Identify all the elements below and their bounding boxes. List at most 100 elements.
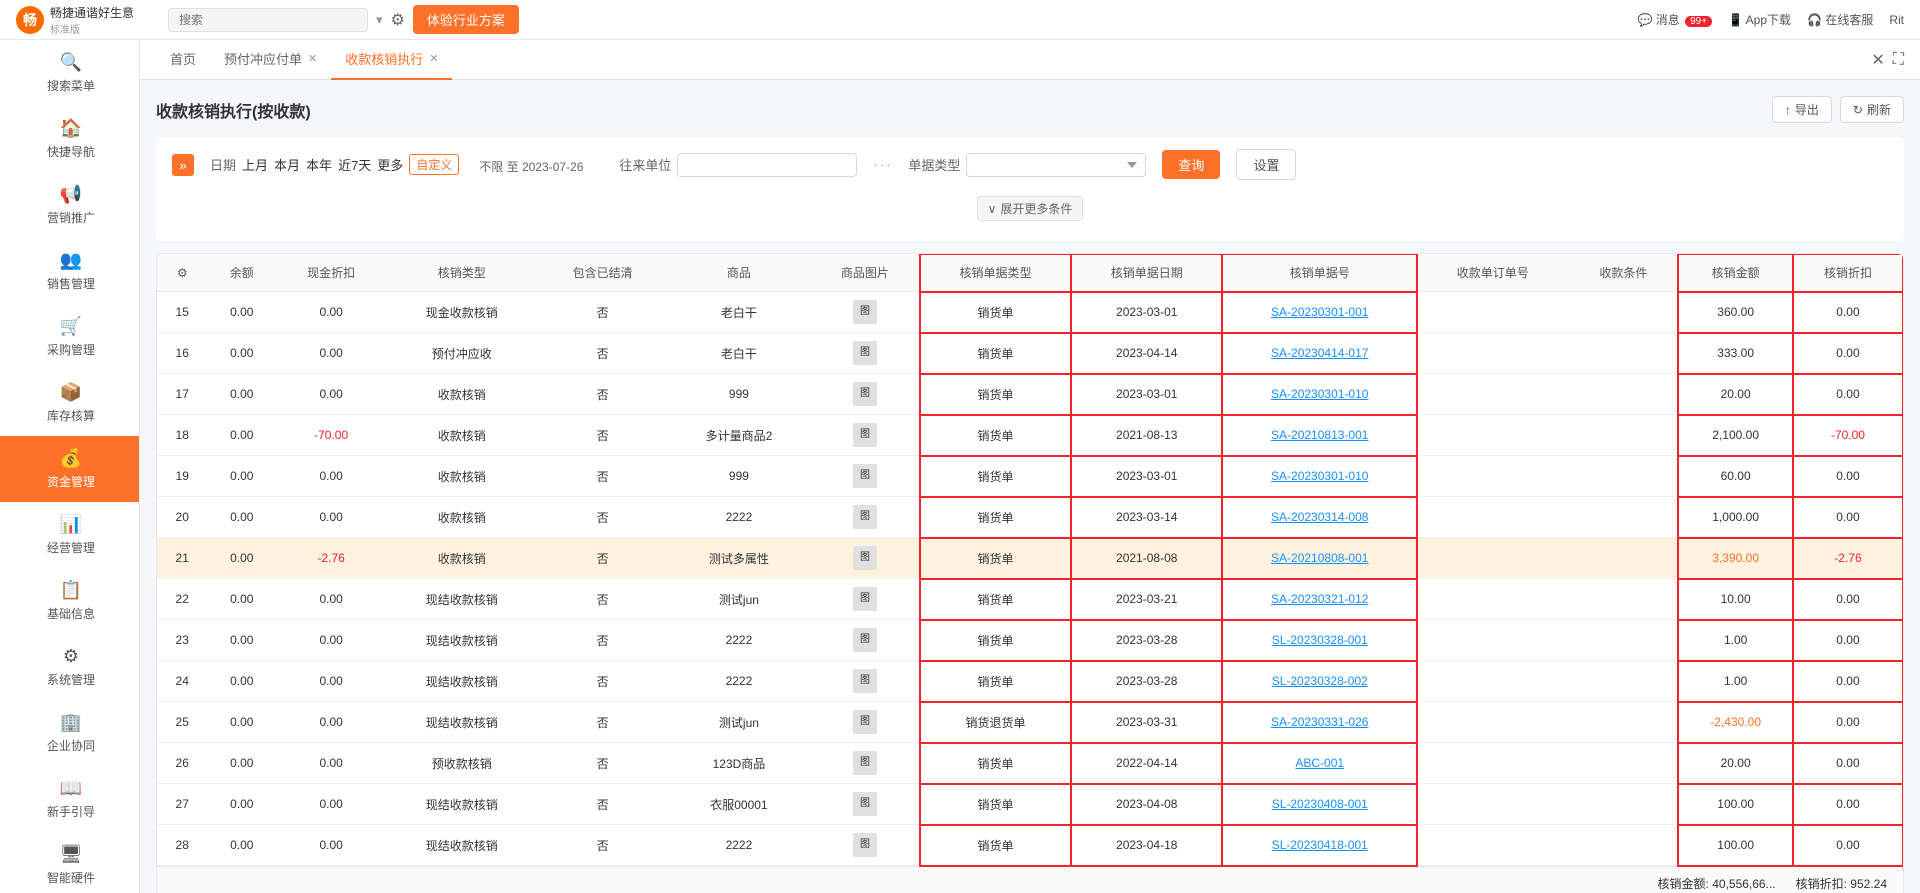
tab-prepay[interactable]: 预付冲应付单 ✕ [210, 40, 331, 80]
tab-close-receipt[interactable]: ✕ [429, 52, 438, 65]
sidebar-item-search[interactable]: 🔍 搜索菜单 [0, 40, 139, 106]
col-verify-amount: 核销金额 [1678, 254, 1793, 292]
sidebar-item-marketing[interactable]: 📢 营销推广 [0, 172, 139, 238]
filter-bill-type-item: 单据类型 [908, 153, 1146, 177]
filter-date-custom[interactable]: 自定义 [409, 154, 459, 175]
table-row: 180.00-70.00收款核销否多计量商品2图销货单2021-08-13SA-… [157, 415, 1903, 456]
page-actions: ↑ 导出 ↻ 刷新 [1772, 96, 1904, 123]
sidebar-label-guide: 新手引导 [47, 803, 95, 820]
footer-total-amount: 核销金额: 40,556,66... [1658, 875, 1776, 892]
refresh-icon: ↻ [1853, 103, 1863, 117]
filter-date-more[interactable]: 更多 [377, 155, 403, 174]
hardware-icon: 🖥 [60, 844, 83, 865]
expand-icon: ∨ [988, 202, 997, 216]
filter-area: » 日期 上月 本月 本年 近7天 更多 自定义 不限 至 2023-07-26 [156, 137, 1904, 241]
col-cash-discount: 现金折扣 [276, 254, 386, 292]
sidebar-label-nav: 快捷导航 [47, 143, 95, 160]
service-btn[interactable]: 🎧 在线客服 [1807, 11, 1873, 28]
filter-bill-type-label: 单据类型 [908, 155, 960, 174]
expand-conditions-btn[interactable]: ∨ 展开更多条件 [977, 196, 1084, 221]
filter-date-this-year[interactable]: 本年 [306, 155, 332, 174]
filter-date-7days[interactable]: 近7天 [338, 155, 371, 174]
col-include-settled: 包含已结清 [537, 254, 668, 292]
tab-bar-actions: ✕ ⛶ [1871, 50, 1904, 70]
tab-close-prepay[interactable]: ✕ [308, 52, 317, 65]
tab-home[interactable]: 首页 [156, 40, 210, 80]
sidebar-item-inventory[interactable]: 📦 库存核算 [0, 370, 139, 436]
col-goods-image: 商品图片 [810, 254, 920, 292]
col-verify-bill-no: 核销单据号 [1222, 254, 1417, 292]
top-bar: 畅 畅捷通谐好生意 标准版 ▾ ⚙ 体验行业方案 💬 消息 99+ 📱 App下… [0, 0, 1920, 40]
filter-date-last-month[interactable]: 上月 [242, 155, 268, 174]
close-all-tabs-btn[interactable]: ✕ [1871, 50, 1884, 70]
query-btn[interactable]: 查询 [1162, 150, 1220, 179]
brand-name: 畅捷通谐好生意 [50, 4, 134, 21]
maximize-btn[interactable]: ⛶ [1893, 50, 1904, 70]
finance-icon: 💰 [60, 448, 82, 469]
footer-total-discount: 核销折扣: 952.24 [1796, 875, 1887, 892]
filter-customer-input[interactable] [677, 153, 857, 177]
top-actions: 💬 消息 99+ 📱 App下载 🎧 在线客服 Rit [1637, 11, 1904, 28]
search-area: ▾ ⚙ 体验行业方案 [168, 5, 1625, 34]
sidebar-item-purchase[interactable]: 🛒 采购管理 [0, 304, 139, 370]
sidebar-label-search: 搜索菜单 [47, 77, 95, 94]
col-verify-type: 核销类型 [386, 254, 537, 292]
table-row: 150.000.00现金收款核销否老白干图销货单2023-03-01SA-202… [157, 292, 1903, 333]
search-input[interactable] [168, 8, 368, 32]
corp-icon: 🏢 [60, 712, 82, 733]
settings-btn[interactable]: 设置 [1236, 149, 1296, 180]
col-verify-discount: 核销折扣 [1793, 254, 1903, 292]
dropdown-icon[interactable]: ▾ [376, 12, 383, 28]
filter-date-item: 日期 上月 本月 本年 近7天 更多 自定义 [210, 154, 459, 175]
sidebar-item-business[interactable]: 📊 经营管理 [0, 502, 139, 568]
sidebar-label-system: 系统管理 [47, 671, 95, 688]
brand-sub: 标准版 [50, 21, 134, 36]
home-icon: 🏠 [60, 118, 82, 139]
table-container: ⚙ 余额 现金折扣 核销类型 包含已结清 商品 商品图片 核销单据类型 核销单据… [156, 253, 1904, 893]
filter-date-range: 不限 至 2023-07-26 [479, 158, 583, 175]
brand-icon: 畅 [16, 6, 44, 34]
sidebar-label-sales: 销售管理 [47, 275, 95, 292]
sidebar-item-hardware[interactable]: 🖥 智能硬件 [0, 832, 139, 893]
tab-receipt[interactable]: 收款核销执行 ✕ [331, 40, 452, 80]
export-btn[interactable]: ↑ 导出 [1772, 96, 1832, 123]
inventory-icon: 📦 [60, 382, 82, 403]
page-title-text: 收款核销执行(按收款) [156, 98, 311, 122]
table-row: 220.000.00现结收款核销否测试jun图销货单2023-03-21SA-2… [157, 579, 1903, 620]
filter-expand-btn[interactable]: » [172, 154, 194, 176]
table-row: 190.000.00收款核销否999图销货单2023-03-01SA-20230… [157, 456, 1903, 497]
message-btn[interactable]: 💬 消息 99+ [1637, 11, 1712, 28]
message-label: 消息 [1656, 13, 1680, 27]
app-download-btn[interactable]: 📱 App下载 [1728, 11, 1791, 28]
sidebar-item-nav[interactable]: 🏠 快捷导航 [0, 106, 139, 172]
sidebar-item-sales[interactable]: 👥 销售管理 [0, 238, 139, 304]
sidebar-label-finance: 资金管理 [47, 473, 95, 490]
table-row: 270.000.00现结收款核销否衣服00001图销货单2023-04-08SL… [157, 784, 1903, 825]
sidebar-label-business: 经营管理 [47, 539, 95, 556]
industry-btn[interactable]: 体验行业方案 [413, 5, 519, 34]
expand-label: 展开更多条件 [1000, 200, 1072, 217]
purchase-icon: 🛒 [60, 316, 82, 337]
sidebar-item-corp[interactable]: 🏢 企业协同 [0, 700, 139, 766]
sidebar-label-hardware: 智能硬件 [47, 869, 95, 886]
sidebar-item-guide[interactable]: 📖 新手引导 [0, 766, 139, 832]
col-receipt-order-no: 收款单订单号 [1417, 254, 1568, 292]
sidebar-item-finance[interactable]: 💰 资金管理 [0, 436, 139, 502]
table-row: 250.000.00现结收款核销否测试jun图销货退货单2023-03-31SA… [157, 702, 1903, 743]
user-name[interactable]: Rit [1889, 13, 1904, 27]
marketing-icon: 📢 [60, 184, 82, 205]
filter-date-this-month[interactable]: 本月 [274, 155, 300, 174]
filter-customer-item: 往来单位 [619, 153, 857, 177]
filter-bill-type-select[interactable] [966, 153, 1146, 177]
sidebar-item-base[interactable]: 📋 基础信息 [0, 568, 139, 634]
brand: 畅 畅捷通谐好生意 标准版 [16, 4, 156, 36]
gear-icon[interactable]: ⚙ [391, 10, 405, 30]
table-row: 240.000.00现结收款核销否2222图销货单2023-03-28SL-20… [157, 661, 1903, 702]
message-badge: 99+ [1685, 16, 1712, 27]
sidebar-item-system[interactable]: ⚙ 系统管理 [0, 634, 139, 700]
col-settings[interactable]: ⚙ [157, 254, 207, 292]
table-footer: 核销金额: 40,556,66... 核销折扣: 952.24 [157, 866, 1903, 893]
table-row: 280.000.00现结收款核销否2222图销货单2023-04-18SL-20… [157, 825, 1903, 866]
filter-date-label: 日期 [210, 155, 236, 174]
refresh-btn[interactable]: ↻ 刷新 [1840, 96, 1904, 123]
